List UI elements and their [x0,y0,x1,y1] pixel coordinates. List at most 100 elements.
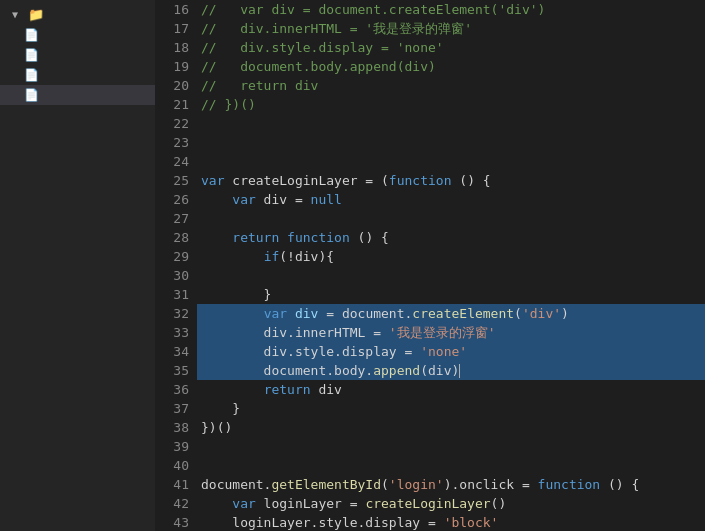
code-content[interactable]: // var div = document.createElement('div… [197,0,705,531]
line-number: 19 [155,57,189,76]
table-row: } [197,399,705,418]
code-token: () { [600,475,639,494]
table-row: document.getElementById('login').onclick… [197,475,705,494]
table-row: })() [197,418,705,437]
code-token: return [232,228,279,247]
table-row: } [197,285,705,304]
table-row [197,266,705,285]
sidebar-item-practice[interactable]: 📄 [0,65,155,85]
table-row: div.style.display = 'none' [197,342,705,361]
code-token [201,494,232,513]
line-number: 26 [155,190,189,209]
code-token: return [264,380,311,399]
code-token: // var div = document.createElement('div… [201,0,545,19]
line-number: 20 [155,76,189,95]
code-token: var [232,494,255,513]
table-row: // document.body.append(div) [197,57,705,76]
code-token: () { [451,171,490,190]
code-token [279,228,287,247]
table-row: div.innerHTML = '我是登录的浮窗' [197,323,705,342]
table-row [197,114,705,133]
code-token: div [311,380,342,399]
code-token: function [389,171,452,190]
table-row [197,456,705,475]
code-token: 'login' [389,475,444,494]
line-number: 29 [155,247,189,266]
code-token: 'block' [444,513,499,531]
table-row: return function () { [197,228,705,247]
code-token: 'div' [522,304,561,323]
code-token [201,304,264,323]
code-token: getElementById [271,475,381,494]
code-token: var [264,304,287,323]
code-token: div.style.display = [201,342,420,361]
table-row: // var div = document.createElement('div… [197,0,705,19]
sidebar-item-analysis[interactable]: 📄 [0,45,155,65]
line-number: 21 [155,95,189,114]
code-token: (!div){ [279,247,334,266]
sidebar-item-es6[interactable]: ▼ 📁 [0,4,155,25]
code-token: // })() [201,95,256,114]
code-token: div [295,304,318,323]
code-token: } [201,285,271,304]
table-row [197,133,705,152]
code-token: var [232,190,255,209]
table-row: var loginLayer = createLoginLayer() [197,494,705,513]
table-row: // div.style.display = 'none' [197,38,705,57]
sidebar-item-single[interactable]: 📄 [0,85,155,105]
table-row: loginLayer.style.display = 'block' [197,513,705,531]
code-token: // return div [201,76,318,95]
code-token: div = [256,190,311,209]
code-token [201,247,264,266]
code-token: = document. [318,304,412,323]
line-number: 42 [155,494,189,513]
line-number: 28 [155,228,189,247]
code-token: () { [350,228,389,247]
code-token: createLoginLayer = ( [224,171,388,190]
table-row: // div.innerHTML = '我是登录的弹窗' [197,19,705,38]
line-number: 39 [155,437,189,456]
line-number: 37 [155,399,189,418]
code-token [201,190,232,209]
table-row: // })() [197,95,705,114]
table-row [197,152,705,171]
file-explorer: ▼ 📁 📄 📄 📄 📄 [0,0,155,531]
table-row: // return div [197,76,705,95]
code-token: ).onclick = [444,475,538,494]
code-token: // document.body.append(div) [201,57,436,76]
code-token: loginLayer = [256,494,366,513]
line-number: 40 [155,456,189,475]
code-token: // div.innerHTML = '我是登录的弹窗' [201,19,472,38]
code-token: if [264,247,280,266]
line-number: 43 [155,513,189,531]
file-icon: 📄 [24,28,39,42]
table-row: return div [197,380,705,399]
code-token: createLoginLayer [365,494,490,513]
code-token [287,304,295,323]
line-number: 33 [155,323,189,342]
file-icon: 📄 [24,88,39,102]
code-token: } [201,399,240,418]
code-token: ( [514,304,522,323]
code-token: div.innerHTML = [201,323,389,342]
code-token: ( [381,475,389,494]
code-token: document. [201,475,271,494]
code-token: ) [561,304,569,323]
line-number: 30 [155,266,189,285]
sidebar-item-popup[interactable]: 📄 [0,25,155,45]
line-number: 25 [155,171,189,190]
line-number: 23 [155,133,189,152]
table-row [197,209,705,228]
line-number: 16 [155,0,189,19]
code-token: 'none' [420,342,467,361]
code-editor[interactable]: 1617181920212223242526272829303132333435… [155,0,705,531]
code-token: // div.style.display = 'none' [201,38,444,57]
code-token [201,380,264,399]
code-token: document.body. [201,361,373,380]
code-token: '我是登录的浮窗' [389,323,496,342]
code-token [201,228,232,247]
line-number: 17 [155,19,189,38]
line-number: 32 [155,304,189,323]
line-number: 41 [155,475,189,494]
line-number: 31 [155,285,189,304]
